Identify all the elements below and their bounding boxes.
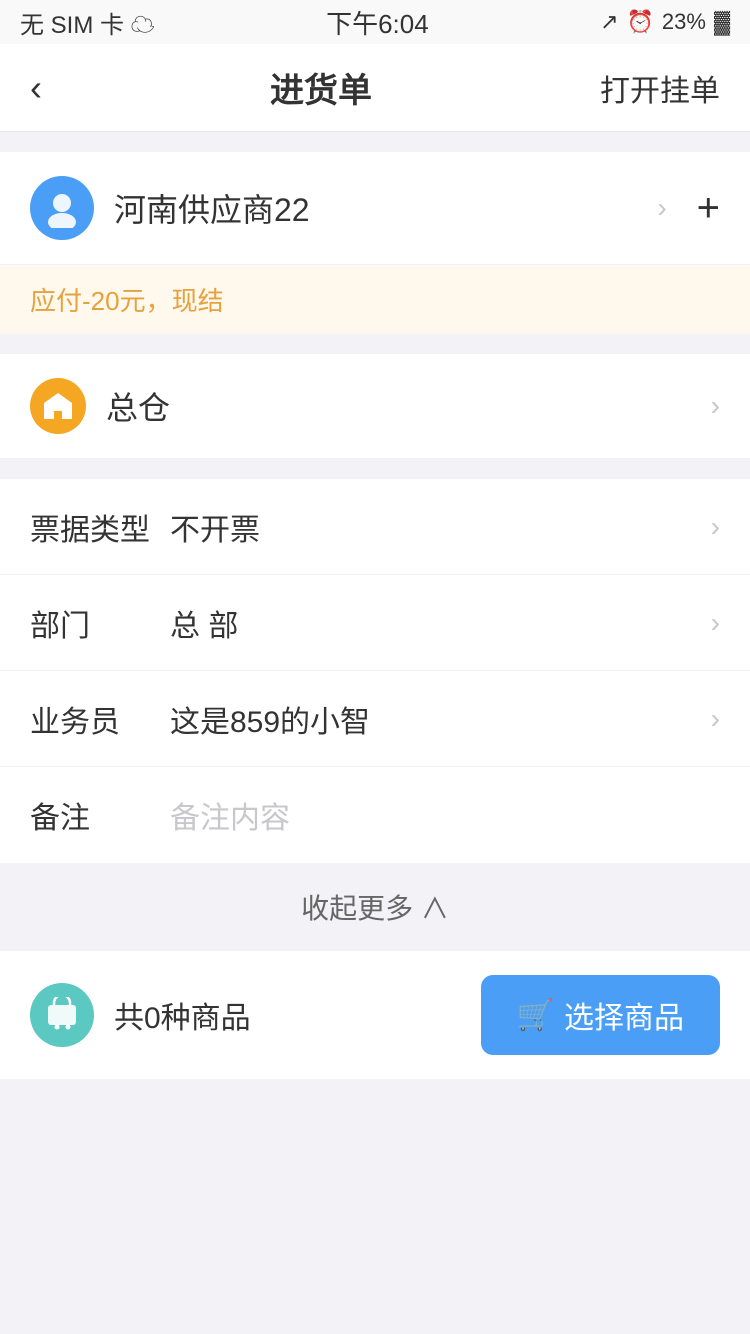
note-label: 备注 [30, 793, 170, 837]
status-time: 下午6:04 [326, 4, 429, 41]
invoice-type-row[interactable]: 票据类型 不开票 › [0, 479, 750, 575]
note-row[interactable]: 备注 备注内容 [0, 767, 750, 863]
invoice-type-chevron-icon: › [711, 511, 720, 543]
status-right: ↗ ⏰ 23% ▓ [600, 9, 730, 35]
department-row[interactable]: 部门 总 部 › [0, 575, 750, 671]
salesperson-label: 业务员 [30, 697, 170, 741]
supplier-row[interactable]: 河南供应商22 › + [0, 152, 750, 265]
page-title: 进货单 [270, 63, 372, 112]
salesperson-value: 这是859的小智 [170, 697, 711, 741]
user-icon [42, 188, 82, 228]
select-icon: 🛒 [517, 998, 554, 1033]
supplier-avatar [30, 176, 94, 240]
select-label: 选择商品 [564, 993, 684, 1037]
status-left: 无 SIM 卡 ☁ [20, 5, 155, 40]
warehouse-icon [30, 378, 86, 434]
top-divider [0, 132, 750, 152]
status-bar: 无 SIM 卡 ☁ 下午6:04 ↗ ⏰ 23% ▓ [0, 0, 750, 44]
product-bar: 共0种商品 🛒 选择商品 [0, 951, 750, 1079]
product-section: 共0种商品 🛒 选择商品 [0, 951, 750, 1079]
notice-bar: 应付-20元，现结 [0, 265, 750, 334]
department-chevron-icon: › [711, 607, 720, 639]
warehouse-section: 总仓 › [0, 354, 750, 459]
warehouse-row[interactable]: 总仓 › [0, 354, 750, 459]
department-label: 部门 [30, 601, 170, 645]
collapse-row[interactable]: 收起更多 ∧ [0, 863, 750, 951]
add-supplier-button[interactable]: + [697, 188, 720, 228]
product-icon [30, 983, 94, 1047]
main-content: 河南供应商22 › + 应付-20元，现结 总仓 › 票据类型 不开票 › [0, 132, 750, 1132]
notice-text: 应付-20元，现结 [30, 286, 224, 316]
select-product-button[interactable]: 🛒 选择商品 [481, 975, 720, 1055]
product-count: 共0种商品 [114, 993, 481, 1037]
back-button[interactable]: ‹ [30, 67, 42, 109]
supplier-chevron-icon: › [657, 192, 666, 224]
battery-percent: 23% [662, 9, 706, 35]
invoice-type-label: 票据类型 [30, 505, 170, 549]
form-section: 票据类型 不开票 › 部门 总 部 › 业务员 这是859的小智 › 备注 备注… [0, 479, 750, 863]
cart-icon [44, 997, 80, 1033]
alarm-icon: ⏰ [627, 9, 654, 35]
nav-bar: ‹ 进货单 打开挂单 [0, 44, 750, 132]
note-placeholder[interactable]: 备注内容 [170, 793, 720, 837]
warehouse-chevron-icon: › [711, 390, 720, 422]
location-icon: ↗ [600, 9, 618, 35]
open-pending-button[interactable]: 打开挂单 [600, 66, 720, 110]
collapse-label: 收起更多 ∧ [301, 887, 449, 927]
invoice-type-value: 不开票 [170, 505, 711, 549]
salesperson-chevron-icon: › [711, 703, 720, 735]
supplier-name: 河南供应商22 [114, 185, 657, 231]
home-icon [41, 389, 75, 423]
warehouse-divider [0, 334, 750, 354]
salesperson-row[interactable]: 业务员 这是859的小智 › [0, 671, 750, 767]
warehouse-name: 总仓 [106, 383, 711, 429]
department-value: 总 部 [170, 601, 711, 645]
battery-icon: ▓ [714, 9, 730, 35]
supplier-section: 河南供应商22 › + 应付-20元，现结 [0, 152, 750, 334]
